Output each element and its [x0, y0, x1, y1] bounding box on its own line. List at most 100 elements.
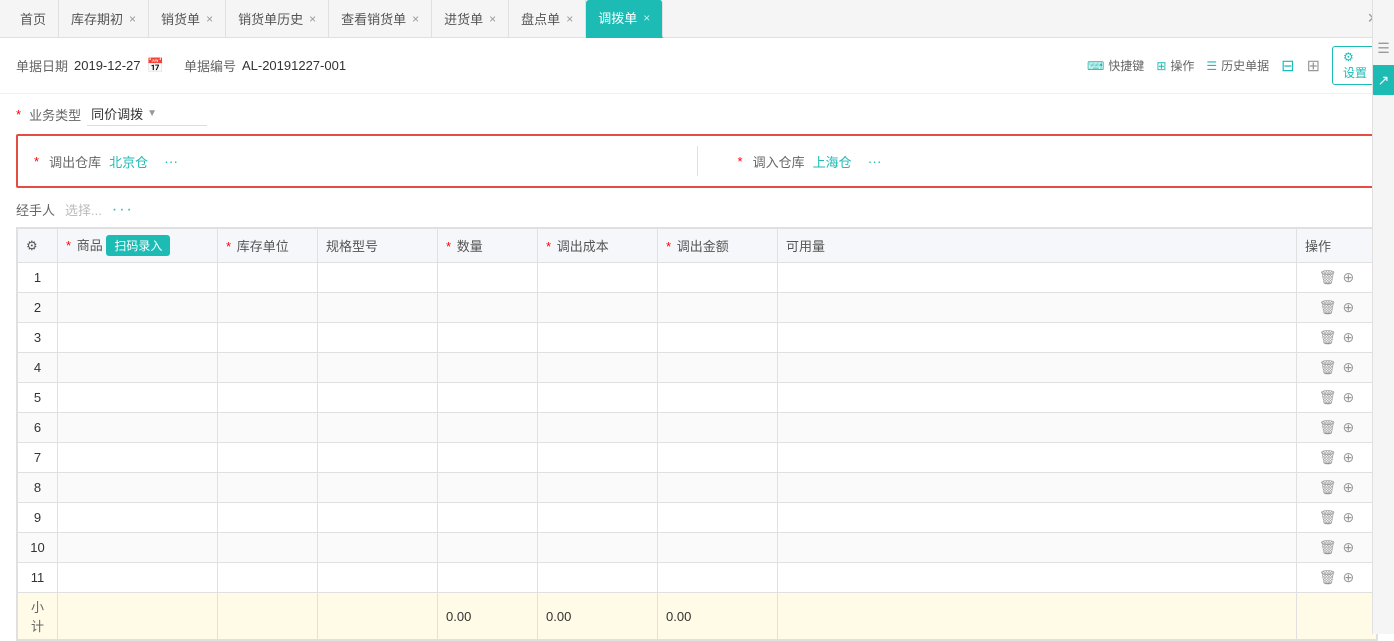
delete-icon-6[interactable]: 🗑	[1319, 419, 1337, 436]
cell-product-3[interactable]	[58, 323, 218, 353]
delete-icon-10[interactable]: 🗑	[1319, 539, 1337, 556]
cell-quantity-3[interactable]	[438, 323, 538, 353]
cell-available-3[interactable]	[778, 323, 1297, 353]
cell-spec-6[interactable]	[318, 413, 438, 443]
delete-icon-1[interactable]: 🗑	[1319, 269, 1337, 286]
cell-spec-2[interactable]	[318, 293, 438, 323]
delete-icon-5[interactable]: 🗑	[1319, 389, 1337, 406]
warehouse-out-more-button[interactable]: ···	[164, 153, 178, 169]
cell-quantity-7[interactable]	[438, 443, 538, 473]
person-more-button[interactable]: ···	[112, 201, 134, 219]
tab-purchase-order[interactable]: 进货单 ×	[432, 0, 509, 38]
cell-spec-9[interactable]	[318, 503, 438, 533]
cell-cost-9[interactable]	[538, 503, 658, 533]
cell-spec-7[interactable]	[318, 443, 438, 473]
cell-spec-10[interactable]	[318, 533, 438, 563]
delete-icon-7[interactable]: 🗑	[1319, 449, 1337, 466]
tab-sales-history[interactable]: 销货单历史 ×	[226, 0, 329, 38]
calendar-icon[interactable]: 📅	[147, 57, 164, 74]
cell-cost-8[interactable]	[538, 473, 658, 503]
cell-unit-11[interactable]	[218, 563, 318, 593]
cell-product-9[interactable]	[58, 503, 218, 533]
cell-amount-9[interactable]	[658, 503, 778, 533]
cell-available-10[interactable]	[778, 533, 1297, 563]
cell-cost-4[interactable]	[538, 353, 658, 383]
cell-product-6[interactable]	[58, 413, 218, 443]
cell-product-4[interactable]	[58, 353, 218, 383]
cell-product-11[interactable]	[58, 563, 218, 593]
cell-product-10[interactable]	[58, 533, 218, 563]
cell-unit-4[interactable]	[218, 353, 318, 383]
layout-icon-2[interactable]: ⊞	[1307, 56, 1320, 76]
cell-unit-8[interactable]	[218, 473, 318, 503]
delete-icon-3[interactable]: 🗑	[1319, 329, 1337, 346]
cell-unit-7[interactable]	[218, 443, 318, 473]
tab-sales-order-close[interactable]: ×	[206, 12, 213, 26]
cell-cost-11[interactable]	[538, 563, 658, 593]
cell-unit-6[interactable]	[218, 413, 318, 443]
cell-spec-8[interactable]	[318, 473, 438, 503]
business-type-select[interactable]: 同价调拨 ▼	[87, 102, 207, 126]
tab-purchase-order-close[interactable]: ×	[489, 12, 496, 26]
tab-transfer-order[interactable]: 调拨单 ×	[586, 0, 663, 38]
cell-cost-6[interactable]	[538, 413, 658, 443]
cell-cost-5[interactable]	[538, 383, 658, 413]
copy-icon-9[interactable]: ⊕	[1343, 509, 1355, 526]
delete-icon-8[interactable]: 🗑	[1319, 479, 1337, 496]
cell-unit-1[interactable]	[218, 263, 318, 293]
copy-icon-8[interactable]: ⊕	[1343, 479, 1355, 496]
tab-view-sales-close[interactable]: ×	[412, 12, 419, 26]
copy-icon-1[interactable]: ⊕	[1343, 269, 1355, 286]
cell-quantity-9[interactable]	[438, 503, 538, 533]
tab-inventory-open[interactable]: 库存期初 ×	[59, 0, 149, 38]
shortcut-tool[interactable]: ⌨ 快捷键	[1087, 57, 1144, 74]
tab-sales-history-close[interactable]: ×	[309, 12, 316, 26]
cell-amount-7[interactable]	[658, 443, 778, 473]
layout-icon-1[interactable]: ⊟	[1281, 56, 1294, 76]
gear-icon[interactable]: ⚙	[26, 238, 38, 253]
cell-spec-5[interactable]	[318, 383, 438, 413]
cell-amount-2[interactable]	[658, 293, 778, 323]
copy-icon-4[interactable]: ⊕	[1343, 359, 1355, 376]
warehouse-in-more-button[interactable]: ···	[868, 153, 882, 169]
cell-available-2[interactable]	[778, 293, 1297, 323]
cell-product-8[interactable]	[58, 473, 218, 503]
sidebar-doc-icon[interactable]: ☰	[1377, 40, 1390, 57]
th-settings[interactable]: ⚙	[18, 229, 58, 263]
tab-sales-order[interactable]: 销货单 ×	[149, 0, 226, 38]
cell-cost-10[interactable]	[538, 533, 658, 563]
cell-spec-1[interactable]	[318, 263, 438, 293]
copy-icon-6[interactable]: ⊕	[1343, 419, 1355, 436]
cell-amount-5[interactable]	[658, 383, 778, 413]
cell-quantity-1[interactable]	[438, 263, 538, 293]
cell-quantity-10[interactable]	[438, 533, 538, 563]
copy-icon-10[interactable]: ⊕	[1343, 539, 1355, 556]
cell-quantity-11[interactable]	[438, 563, 538, 593]
cell-quantity-5[interactable]	[438, 383, 538, 413]
cell-spec-11[interactable]	[318, 563, 438, 593]
cell-product-1[interactable]	[58, 263, 218, 293]
cell-product-7[interactable]	[58, 443, 218, 473]
cell-amount-8[interactable]	[658, 473, 778, 503]
scan-button[interactable]: 扫码录入	[106, 235, 170, 256]
cell-quantity-8[interactable]	[438, 473, 538, 503]
cell-unit-2[interactable]	[218, 293, 318, 323]
cell-amount-11[interactable]	[658, 563, 778, 593]
cell-amount-6[interactable]	[658, 413, 778, 443]
cell-available-4[interactable]	[778, 353, 1297, 383]
cell-spec-3[interactable]	[318, 323, 438, 353]
cell-cost-1[interactable]	[538, 263, 658, 293]
cell-quantity-6[interactable]	[438, 413, 538, 443]
cell-available-5[interactable]	[778, 383, 1297, 413]
copy-icon-2[interactable]: ⊕	[1343, 299, 1355, 316]
cell-cost-2[interactable]	[538, 293, 658, 323]
cell-quantity-4[interactable]	[438, 353, 538, 383]
cell-amount-3[interactable]	[658, 323, 778, 353]
cell-unit-9[interactable]	[218, 503, 318, 533]
cell-spec-4[interactable]	[318, 353, 438, 383]
cell-unit-3[interactable]	[218, 323, 318, 353]
operations-tool[interactable]: ⊞ 操作	[1156, 57, 1194, 74]
history-tool[interactable]: ☰ 历史单据	[1206, 57, 1269, 74]
delete-icon-9[interactable]: 🗑	[1319, 509, 1337, 526]
cell-available-1[interactable]	[778, 263, 1297, 293]
